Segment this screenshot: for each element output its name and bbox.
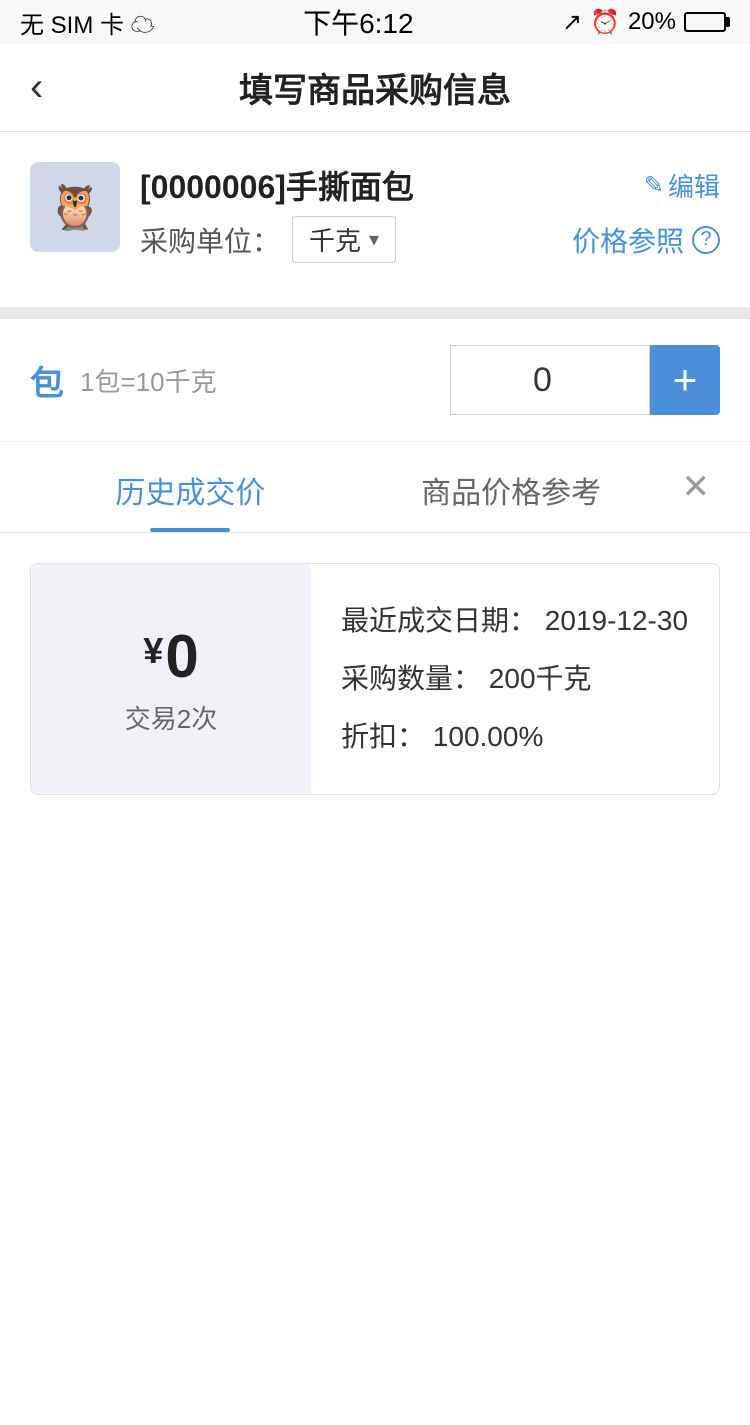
status-right: ↗ ⏰ 20% bbox=[562, 8, 730, 37]
price-amount: ¥ 0 bbox=[143, 622, 198, 691]
section-divider bbox=[0, 307, 750, 319]
sim-status: 无 SIM 卡 ☁ bbox=[20, 5, 155, 40]
price-ref-label: 价格参照 bbox=[572, 220, 684, 260]
transaction-count: 交易2次 bbox=[125, 699, 217, 736]
edit-button[interactable]: ✎ 编辑 bbox=[644, 167, 720, 204]
status-time: 下午6:12 bbox=[303, 2, 414, 42]
product-logo-icon: 🦉 bbox=[48, 181, 103, 233]
recent-date-label: 最近成交日期： bbox=[341, 605, 537, 636]
quantity-label: 采购数量： bbox=[341, 663, 481, 694]
quantity-row: 包 1包=10千克 + bbox=[0, 319, 750, 442]
tab-history-price[interactable]: 历史成交价 bbox=[30, 442, 351, 532]
bag-conversion: 1包=10千克 bbox=[80, 362, 217, 399]
price-details: 最近成交日期： 2019-12-30 采购数量： 200千克 折扣： 100.0… bbox=[311, 564, 719, 794]
product-image: 🦉 bbox=[30, 162, 120, 252]
nav-bar: ‹ 填写商品采购信息 bbox=[0, 44, 750, 132]
location-icon: ↗ bbox=[562, 8, 582, 37]
unit-select-dropdown[interactable]: 千克 ▾ bbox=[292, 216, 396, 263]
product-name-row: [0000006]手撕面包 ✎ 编辑 bbox=[140, 162, 720, 208]
quantity-input[interactable] bbox=[450, 345, 650, 415]
unit-value: 千克 bbox=[309, 221, 361, 258]
unit-info: 包 1包=10千克 bbox=[30, 356, 217, 405]
status-bar: 无 SIM 卡 ☁ 下午6:12 ↗ ⏰ 20% bbox=[0, 0, 750, 44]
product-name: [0000006]手撕面包 bbox=[140, 162, 414, 208]
recent-date-value: 2019-12-30 bbox=[545, 605, 688, 636]
discount-value: 100.00% bbox=[433, 721, 544, 752]
dropdown-arrow-icon: ▾ bbox=[369, 227, 379, 252]
currency-symbol: ¥ bbox=[143, 630, 163, 672]
tabs-header: 历史成交价 商品价格参考 ✕ bbox=[0, 442, 750, 533]
alarm-icon: ⏰ bbox=[590, 8, 620, 37]
price-value: 0 bbox=[165, 622, 198, 691]
status-left: 无 SIM 卡 ☁ bbox=[20, 5, 155, 40]
price-card: ¥ 0 交易2次 最近成交日期： 2019-12-30 采购数量： 200千克 … bbox=[30, 563, 720, 795]
unit-row: 采购单位： 千克 ▾ 价格参照 ? bbox=[140, 216, 720, 263]
info-icon: ? bbox=[692, 226, 720, 254]
bag-label: 包 bbox=[30, 356, 64, 405]
back-button[interactable]: ‹ bbox=[30, 65, 63, 110]
tabs-close-button[interactable]: ✕ bbox=[672, 457, 721, 517]
quantity-input-group: + bbox=[450, 345, 720, 415]
product-section: 🦉 [0000006]手撕面包 ✎ 编辑 采购单位： 千克 ▾ bbox=[0, 132, 750, 307]
tab-product-price-ref[interactable]: 商品价格参考 bbox=[351, 442, 672, 532]
quantity-value: 200千克 bbox=[489, 663, 592, 694]
purchase-quantity-row: 采购数量： 200千克 bbox=[341, 658, 689, 700]
unit-text: 采购单位： bbox=[140, 220, 280, 260]
battery-icon bbox=[684, 12, 730, 32]
product-thumbnail: 🦉 bbox=[40, 172, 110, 242]
recent-date-row: 最近成交日期： 2019-12-30 bbox=[341, 600, 689, 642]
product-info: [0000006]手撕面包 ✎ 编辑 采购单位： 千克 ▾ 价格参照 ? bbox=[140, 162, 720, 263]
discount-label: 折扣： bbox=[341, 721, 425, 752]
tabs-section: 历史成交价 商品价格参考 ✕ ¥ 0 交易2次 最近成交日期： 2019-12-… bbox=[0, 442, 750, 825]
unit-label: 采购单位： 千克 ▾ bbox=[140, 216, 396, 263]
price-reference-button[interactable]: 价格参照 ? bbox=[572, 220, 720, 260]
quantity-plus-button[interactable]: + bbox=[650, 345, 720, 415]
price-summary: ¥ 0 交易2次 bbox=[31, 564, 311, 794]
empty-content-area bbox=[0, 825, 750, 1425]
edit-label: 编辑 bbox=[668, 167, 720, 204]
battery-percent: 20% bbox=[628, 8, 676, 36]
page-title: 填写商品采购信息 bbox=[239, 63, 511, 112]
discount-row: 折扣： 100.00% bbox=[341, 716, 689, 758]
product-header: 🦉 [0000006]手撕面包 ✎ 编辑 采购单位： 千克 ▾ bbox=[30, 162, 720, 263]
history-price-content: ¥ 0 交易2次 最近成交日期： 2019-12-30 采购数量： 200千克 … bbox=[0, 533, 750, 825]
edit-icon: ✎ bbox=[644, 171, 664, 200]
